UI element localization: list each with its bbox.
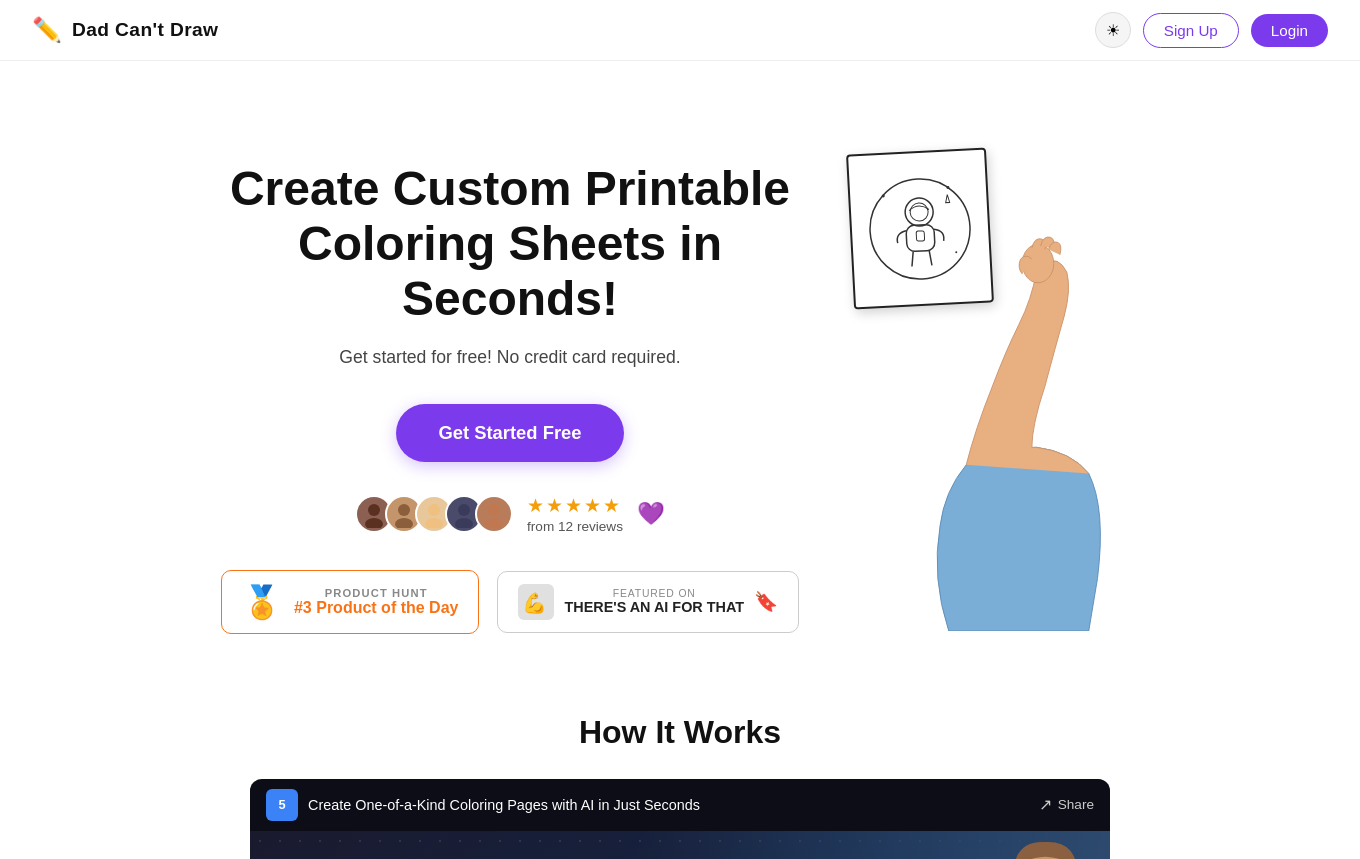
medal-icon: 🏅	[242, 583, 282, 621]
sun-icon: ☀	[1106, 21, 1120, 40]
ph-product-label: #3 Product of the Day	[294, 599, 458, 617]
heart-icon: 💜	[637, 500, 665, 527]
get-started-button[interactable]: Get Started Free	[396, 404, 623, 462]
how-it-works-title: How It Works	[80, 714, 1280, 751]
video-container[interactable]: 5 Create One-of-a-Kind Coloring Pages wi…	[250, 779, 1110, 859]
svg-point-2	[398, 504, 410, 516]
video-body	[250, 831, 1110, 859]
badges-row: 🏅 PRODUCT HUNT #3 Product of the Day 💪 F…	[200, 570, 820, 634]
hero-subtitle: Get started for free! No credit card req…	[200, 347, 820, 368]
svg-point-5	[425, 518, 443, 528]
arm-svg	[880, 211, 1140, 631]
ai-featured-label: FEATURED ON	[564, 588, 744, 599]
nav-actions: ☀ Sign Up Login	[1095, 12, 1328, 48]
how-it-works-section: How It Works 5 Create One-of-a-Kind Colo…	[0, 674, 1360, 859]
navbar: ✏️ Dad Can't Draw ☀ Sign Up Login	[0, 0, 1360, 61]
video-title: Create One-of-a-Kind Coloring Pages with…	[308, 797, 700, 813]
channel-number: 5	[278, 797, 285, 812]
video-top-bar: 5 Create One-of-a-Kind Coloring Pages wi…	[250, 779, 1110, 831]
bookmark-icon: 🔖	[754, 590, 778, 613]
share-button[interactable]: ↗ Share	[1039, 795, 1094, 814]
svg-text:💪: 💪	[522, 591, 547, 615]
share-icon: ↗	[1039, 795, 1052, 814]
share-label: Share	[1058, 797, 1094, 812]
svg-point-7	[455, 518, 473, 528]
svg-point-6	[458, 504, 470, 516]
svg-point-9	[485, 518, 503, 528]
avatar	[475, 495, 513, 533]
pencil-icon: ✏️	[32, 16, 62, 44]
ph-text: PRODUCT HUNT #3 Product of the Day	[294, 587, 458, 617]
stars: ★★★★★	[527, 494, 622, 517]
hero-content: Create Custom Printable Coloring Sheets …	[200, 121, 820, 634]
product-hunt-badge: 🏅 PRODUCT HUNT #3 Product of the Day	[221, 570, 479, 634]
theme-toggle-button[interactable]: ☀	[1095, 12, 1131, 48]
signup-button[interactable]: Sign Up	[1143, 13, 1239, 48]
svg-point-3	[395, 518, 413, 528]
ai-badge: 💪 FEATURED ON THERE'S AN AI FOR THAT 🔖	[497, 571, 799, 633]
svg-point-8	[488, 504, 500, 516]
rating-area: ★★★★★ from 12 reviews	[527, 494, 623, 534]
social-proof: ★★★★★ from 12 reviews 💜	[200, 494, 820, 534]
ai-logo-icon: 💪	[518, 584, 554, 620]
hero-illustration	[820, 121, 1160, 631]
ai-tool-name: THERE'S AN AI FOR THAT	[564, 599, 744, 615]
svg-point-1	[365, 518, 383, 528]
reviews-count: from 12 reviews	[527, 519, 623, 534]
ph-label: PRODUCT HUNT	[294, 587, 458, 599]
logo-link[interactable]: ✏️ Dad Can't Draw	[32, 16, 218, 44]
hero-title: Create Custom Printable Coloring Sheets …	[200, 161, 820, 327]
person-illustration	[637, 831, 1110, 859]
svg-point-0	[368, 504, 380, 516]
avatar-group	[355, 495, 513, 533]
logo-text: Dad Can't Draw	[72, 19, 218, 41]
video-person	[637, 831, 1110, 859]
hero-section: Create Custom Printable Coloring Sheets …	[0, 61, 1360, 674]
video-channel-info: 5 Create One-of-a-Kind Coloring Pages wi…	[266, 789, 700, 821]
login-button[interactable]: Login	[1251, 14, 1328, 47]
channel-logo: 5	[266, 789, 298, 821]
ai-text: FEATURED ON THERE'S AN AI FOR THAT	[564, 588, 744, 615]
svg-point-4	[428, 504, 440, 516]
